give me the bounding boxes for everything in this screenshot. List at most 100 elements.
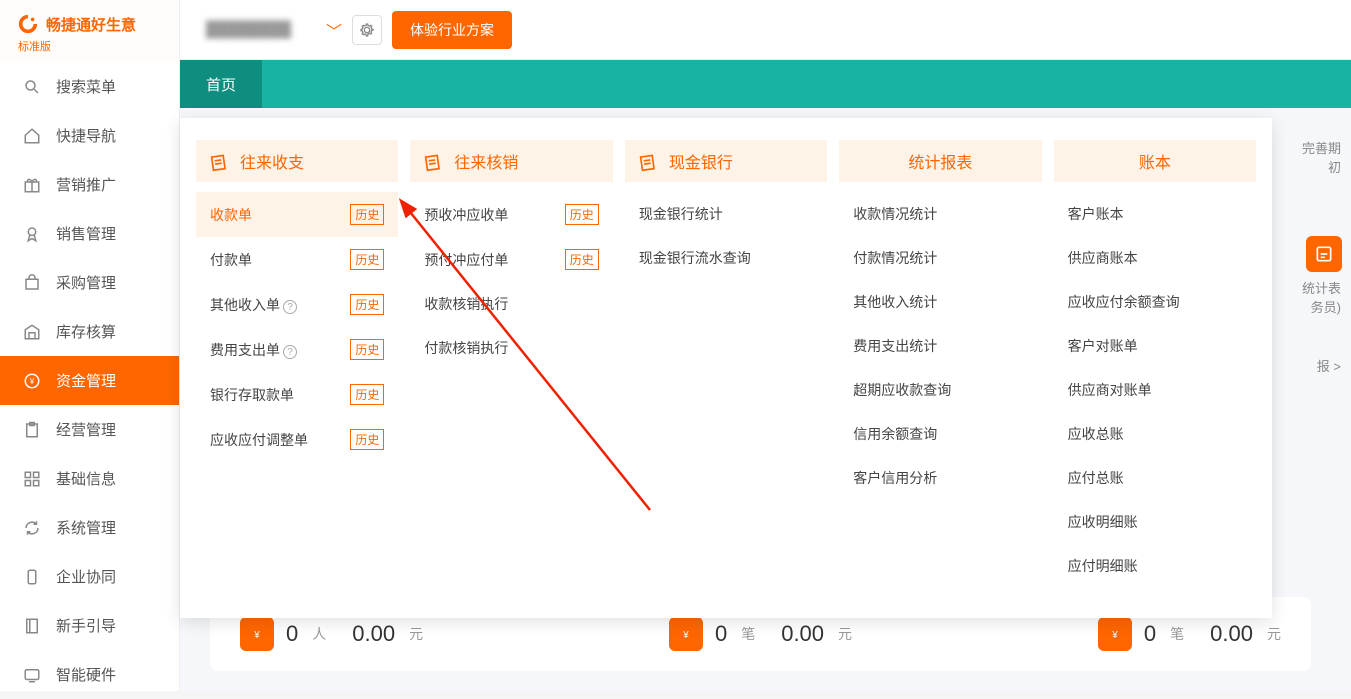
menu-item-label: 预付冲应付单 xyxy=(424,250,508,270)
sidebar-item-label: 经营管理 xyxy=(56,419,116,440)
menu-item[interactable]: 付款核销执行 xyxy=(410,326,612,370)
history-tag[interactable]: 历史 xyxy=(350,339,384,360)
sidebar-item-book[interactable]: 新手引导 xyxy=(0,601,179,650)
history-tag[interactable]: 历史 xyxy=(565,204,599,225)
history-tag[interactable]: 历史 xyxy=(350,249,384,270)
menu-item-label: 付款情况统计 xyxy=(853,248,937,268)
org-selector[interactable]: ████████ xyxy=(196,15,316,44)
sidebar-item-gift[interactable]: 营销推广 xyxy=(0,160,179,209)
stat-block: ¥0笔0.00元 xyxy=(669,617,852,651)
book-icon xyxy=(22,616,42,636)
sidebar-item-grid[interactable]: 基础信息 xyxy=(0,454,179,503)
topbar: ████████ ﹀ 体验行业方案 xyxy=(180,0,1351,60)
menu-item-label: 收款情况统计 xyxy=(853,204,937,224)
right-hints: 完善期初 统计表 务员) 报 > xyxy=(1296,130,1351,383)
menu-item[interactable]: 超期应收款查询 xyxy=(839,368,1041,412)
industry-plan-button[interactable]: 体验行业方案 xyxy=(392,11,512,49)
menu-item[interactable]: 应收应付余额查询 xyxy=(1054,280,1256,324)
history-tag[interactable]: 历史 xyxy=(350,294,384,315)
svg-text:¥: ¥ xyxy=(682,630,689,641)
history-tag[interactable]: 历史 xyxy=(350,204,384,225)
sidebar-item-label: 基础信息 xyxy=(56,468,116,489)
flyout-column-header: 往来核销 xyxy=(410,140,612,182)
flyout-column: 往来核销预收冲应收单历史预付冲应付单 历史收款核销执行付款核销执行 xyxy=(410,140,612,588)
stat-count: 0 xyxy=(1144,621,1156,647)
stat-currency: 元 xyxy=(1267,624,1281,644)
help-icon[interactable]: ? xyxy=(283,345,297,359)
history-tag[interactable]: 历史 xyxy=(565,249,599,270)
sidebar-item-phone[interactable]: 企业协同 xyxy=(0,552,179,601)
tab-bar: 首页 xyxy=(180,60,1351,108)
hint-salesman: 务员) xyxy=(1300,297,1347,316)
menu-item[interactable]: 收款核销执行 xyxy=(410,282,612,326)
menu-item[interactable]: 应付明细账 xyxy=(1054,544,1256,588)
menu-item[interactable]: 费用支出单?历史 xyxy=(196,327,398,372)
menu-item[interactable]: 预收冲应收单历史 xyxy=(410,192,612,237)
sidebar-item-cart[interactable]: 采购管理 xyxy=(0,258,179,307)
flyout-column-header: 账本 xyxy=(1054,140,1256,182)
report-shortcut-icon[interactable] xyxy=(1306,236,1342,272)
sidebar-item-warehouse[interactable]: 库存核算 xyxy=(0,307,179,356)
hint-complete-opening[interactable]: 完善期初 xyxy=(1300,138,1347,176)
menu-item-label: 收款核销执行 xyxy=(424,294,508,314)
menu-item-label: 超期应收款查询 xyxy=(853,380,951,400)
flyout-column-title: 往来收支 xyxy=(240,149,304,173)
menu-item[interactable]: 客户信用分析 xyxy=(839,456,1041,500)
sidebar-item-search[interactable]: 搜索菜单 xyxy=(0,62,179,111)
menu-item[interactable]: 客户账本 xyxy=(1054,192,1256,236)
sidebar-item-clipboard[interactable]: 经营管理 xyxy=(0,405,179,454)
sidebar-item-loop[interactable]: 系统管理 xyxy=(0,503,179,552)
history-tag[interactable]: 历史 xyxy=(350,384,384,405)
menu-item[interactable]: 付款情况统计 xyxy=(839,236,1041,280)
chevron-down-icon[interactable]: ﹀ xyxy=(326,18,342,42)
stat-amount: 0.00 xyxy=(781,621,824,647)
menu-item[interactable]: 现金银行流水查询 xyxy=(625,236,827,280)
sidebar-item-money[interactable]: ¥资金管理 xyxy=(0,356,179,405)
menu-item-label: 客户对账单 xyxy=(1068,336,1138,356)
menu-item[interactable]: 收款情况统计 xyxy=(839,192,1041,236)
menu-item[interactable]: 付款单历史 xyxy=(196,237,398,282)
menu-item[interactable]: 应收应付调整单历史 xyxy=(196,417,398,462)
sidebar-item-home[interactable]: 快捷导航 xyxy=(0,111,179,160)
menu-item-label: 现金银行流水查询 xyxy=(639,248,751,268)
history-tag[interactable]: 历史 xyxy=(350,429,384,450)
sidebar-item-label: 资金管理 xyxy=(56,370,116,391)
medal-icon xyxy=(22,224,42,244)
svg-text:¥: ¥ xyxy=(253,630,260,641)
flyout-column: 统计报表收款情况统计付款情况统计其他收入统计费用支出统计超期应收款查询信用余额查… xyxy=(839,140,1041,588)
menu-item[interactable]: 应收明细账 xyxy=(1054,500,1256,544)
sidebar-item-medal[interactable]: 销售管理 xyxy=(0,209,179,258)
menu-item-label: 供应商账本 xyxy=(1068,248,1138,268)
menu-item[interactable]: 现金银行统计 xyxy=(625,192,827,236)
sidebar-item-label: 企业协同 xyxy=(56,566,116,587)
menu-item-label: 供应商对账单 xyxy=(1068,380,1152,400)
clipboard-icon xyxy=(22,420,42,440)
brand-edition: 标准版 xyxy=(18,38,163,54)
tab-home[interactable]: 首页 xyxy=(180,60,262,108)
menu-item[interactable]: 收款单历史 xyxy=(196,192,398,237)
menu-item-label: 费用支出统计 xyxy=(853,336,937,356)
menu-item[interactable]: 应收总账 xyxy=(1054,412,1256,456)
menu-item[interactable]: 供应商账本 xyxy=(1054,236,1256,280)
menu-item[interactable]: 客户对账单 xyxy=(1054,324,1256,368)
settings-button[interactable] xyxy=(352,15,382,45)
stat-icon: ¥ xyxy=(240,617,274,651)
menu-item[interactable]: 其他收入单?历史 xyxy=(196,282,398,327)
menu-item[interactable]: 其他收入统计 xyxy=(839,280,1041,324)
hint-report-more[interactable]: 报 > xyxy=(1300,356,1347,375)
help-icon[interactable]: ? xyxy=(283,300,297,314)
menu-item[interactable]: 信用余额查询 xyxy=(839,412,1041,456)
menu-item[interactable]: 费用支出统计 xyxy=(839,324,1041,368)
gift-icon xyxy=(22,175,42,195)
brand-logo-icon xyxy=(16,12,40,36)
menu-item[interactable]: 应付总账 xyxy=(1054,456,1256,500)
menu-item-label: 应收总账 xyxy=(1068,424,1124,444)
flyout-column: 往来收支收款单历史付款单历史其他收入单?历史费用支出单?历史银行存取款单历史应收… xyxy=(196,140,398,588)
menu-item[interactable]: 预付冲应付单 历史 xyxy=(410,237,612,282)
home-icon xyxy=(22,126,42,146)
menu-item[interactable]: 银行存取款单历史 xyxy=(196,372,398,417)
menu-item[interactable]: 供应商对账单 xyxy=(1054,368,1256,412)
sidebar-item-tv[interactable]: 智能硬件 xyxy=(0,650,179,699)
fund-management-flyout: 往来收支收款单历史付款单历史其他收入单?历史费用支出单?历史银行存取款单历史应收… xyxy=(180,118,1272,618)
flyout-column: 现金银行现金银行统计现金银行流水查询 xyxy=(625,140,827,588)
